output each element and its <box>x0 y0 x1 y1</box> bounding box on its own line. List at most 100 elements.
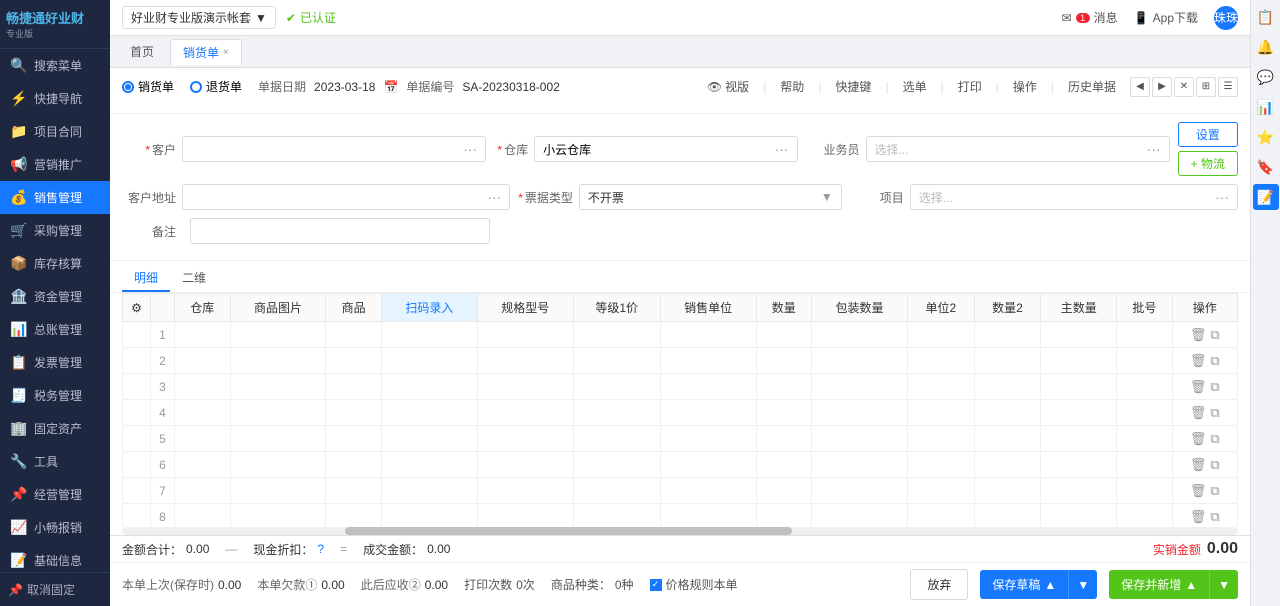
pack-qty-cell[interactable] <box>812 322 908 348</box>
sales-unit-cell[interactable] <box>660 452 756 478</box>
spec-cell[interactable] <box>477 478 573 504</box>
copy-icon[interactable]: ⧉ <box>1210 379 1219 395</box>
spec-cell[interactable] <box>477 426 573 452</box>
sidebar-item-quick-nav[interactable]: ⚡快捷导航 <box>0 82 110 115</box>
sidebar-item-purchase[interactable]: 🛒采购管理 <box>0 214 110 247</box>
sales-unit-cell[interactable] <box>660 426 756 452</box>
cancel-fixed-btn[interactable]: 📌 取消固定 <box>0 572 110 606</box>
save-new-dropdown-btn[interactable]: ▼ <box>1209 570 1238 599</box>
pack-qty-cell[interactable] <box>812 374 908 400</box>
add-logistics-btn[interactable]: + 物流 <box>1178 151 1238 176</box>
copy-icon[interactable]: ⧉ <box>1210 405 1219 421</box>
product-image-cell[interactable] <box>230 400 326 426</box>
warehouse-cell[interactable] <box>175 400 231 426</box>
main-qty-cell[interactable] <box>1041 322 1117 348</box>
warehouse-cell[interactable] <box>175 504 231 528</box>
qty2-cell[interactable] <box>974 478 1041 504</box>
delete-icon[interactable]: 🗑 <box>1190 379 1207 395</box>
unit2-cell[interactable] <box>907 426 974 452</box>
qty-cell[interactable] <box>756 400 812 426</box>
main-qty-cell[interactable] <box>1041 478 1117 504</box>
product-image-cell[interactable] <box>230 426 326 452</box>
delete-icon[interactable]: 🗑 <box>1190 509 1207 525</box>
product-cell[interactable] <box>326 348 382 374</box>
delete-icon[interactable]: 🗑 <box>1190 327 1207 343</box>
customer-input[interactable]: ··· <box>182 136 486 162</box>
user-avatar[interactable]: 珠珠 <box>1214 6 1238 30</box>
scan-cell[interactable] <box>381 322 477 348</box>
main-qty-cell[interactable] <box>1041 504 1117 528</box>
sidebar-item-search[interactable]: 🔍搜索菜单 <box>0 49 110 82</box>
sidebar-item-capital[interactable]: 🏦资金管理 <box>0 280 110 313</box>
pack-qty-cell[interactable] <box>812 348 908 374</box>
unit2-cell[interactable] <box>907 348 974 374</box>
main-qty-cell[interactable] <box>1041 400 1117 426</box>
main-qty-cell[interactable] <box>1041 374 1117 400</box>
qty2-cell[interactable] <box>974 348 1041 374</box>
sidebar-item-marketing[interactable]: 📢营销推广 <box>0 148 110 181</box>
unit2-cell[interactable] <box>907 400 974 426</box>
qty-cell[interactable] <box>756 374 812 400</box>
batch-cell[interactable] <box>1117 348 1173 374</box>
settings-col-header[interactable]: ⚙ <box>123 294 151 322</box>
qty2-cell[interactable] <box>974 322 1041 348</box>
project-input[interactable]: 选择... ··· <box>910 184 1238 210</box>
pack-qty-cell[interactable] <box>812 478 908 504</box>
sales-unit-cell[interactable] <box>660 322 756 348</box>
spec-cell[interactable] <box>477 374 573 400</box>
sidebar-item-report[interactable]: 📈小畅报销 <box>0 511 110 544</box>
price1-cell[interactable] <box>573 374 660 400</box>
sales-unit-cell[interactable] <box>660 348 756 374</box>
scan-cell[interactable] <box>381 374 477 400</box>
radio-sales[interactable]: 销货单 <box>122 78 174 95</box>
qty2-cell[interactable] <box>974 426 1041 452</box>
sidebar-item-invoice[interactable]: 📋发票管理 <box>0 346 110 379</box>
qty2-cell[interactable] <box>974 504 1041 528</box>
pack-qty-cell[interactable] <box>812 426 908 452</box>
warehouse-cell[interactable] <box>175 478 231 504</box>
horizontal-scrollbar[interactable] <box>122 527 1238 535</box>
batch-cell[interactable] <box>1117 374 1173 400</box>
pack-qty-cell[interactable] <box>812 504 908 528</box>
delete-icon[interactable]: 🗑 <box>1190 405 1207 421</box>
sidebar-item-sales[interactable]: 💰销售管理 <box>0 181 110 214</box>
product-image-cell[interactable] <box>230 348 326 374</box>
unit2-cell[interactable] <box>907 478 974 504</box>
tab-close-icon[interactable]: × <box>223 47 229 58</box>
delete-icon[interactable]: 🗑 <box>1190 431 1207 447</box>
rt-btn-5[interactable]: ⭐ <box>1253 124 1279 150</box>
tab-sales-order[interactable]: 销货单 × <box>170 39 242 65</box>
sidebar-item-inventory[interactable]: 📦库存核算 <box>0 247 110 280</box>
address-input[interactable]: ··· <box>182 184 510 210</box>
batch-cell[interactable] <box>1117 400 1173 426</box>
price1-cell[interactable] <box>573 478 660 504</box>
prev-record-btn[interactable]: ◀ <box>1130 77 1150 97</box>
rt-btn-6[interactable]: 🔖 <box>1253 154 1279 180</box>
rt-btn-1[interactable]: 📋 <box>1253 4 1279 30</box>
sidebar-item-project[interactable]: 📁项目合同 <box>0 115 110 148</box>
qty2-cell[interactable] <box>974 400 1041 426</box>
tab-2d[interactable]: 二维 <box>170 265 218 292</box>
price1-cell[interactable] <box>573 452 660 478</box>
remark-input[interactable] <box>190 218 490 244</box>
rt-btn-active[interactable]: 📝 <box>1253 184 1279 210</box>
product-image-cell[interactable] <box>230 478 326 504</box>
spec-cell[interactable] <box>477 400 573 426</box>
qty-cell[interactable] <box>756 504 812 528</box>
batch-cell[interactable] <box>1117 426 1173 452</box>
qty-cell[interactable] <box>756 452 812 478</box>
set-btn[interactable]: 设置 <box>1178 122 1238 147</box>
qty-cell[interactable] <box>756 478 812 504</box>
product-cell[interactable] <box>326 426 382 452</box>
radio-return[interactable]: 退货单 <box>190 78 242 95</box>
toolbar-help-btn[interactable]: 帮助 <box>772 76 812 97</box>
product-image-cell[interactable] <box>230 504 326 528</box>
sales-unit-cell[interactable] <box>660 400 756 426</box>
batch-cell[interactable] <box>1117 478 1173 504</box>
product-image-cell[interactable] <box>230 452 326 478</box>
unit2-cell[interactable] <box>907 322 974 348</box>
delete-icon[interactable]: 🗑 <box>1190 353 1207 369</box>
save-draft-dropdown-btn[interactable]: ▼ <box>1068 570 1097 599</box>
salesperson-input[interactable]: 选择... ··· <box>866 136 1170 162</box>
warehouse-cell[interactable] <box>175 322 231 348</box>
